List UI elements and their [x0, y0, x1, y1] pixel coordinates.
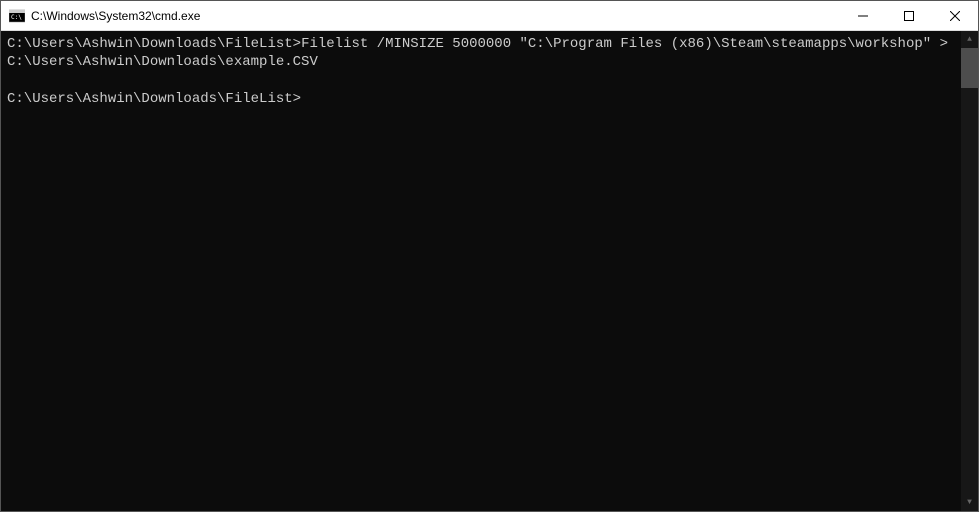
window-controls — [840, 1, 978, 30]
close-button[interactable] — [932, 1, 978, 30]
maximize-button[interactable] — [886, 1, 932, 30]
window-title: C:\Windows\System32\cmd.exe — [31, 9, 840, 23]
vertical-scrollbar[interactable]: ▲ ▼ — [961, 31, 978, 511]
cmd-icon: C:\ — [9, 8, 25, 24]
svg-text:C:\: C:\ — [11, 14, 22, 21]
terminal-area: C:\Users\Ashwin\Downloads\FileList>Filel… — [1, 31, 978, 511]
cmd-window: C:\ C:\Windows\System32\cmd.exe C:\Users… — [0, 0, 979, 512]
scroll-down-arrow[interactable]: ▼ — [961, 494, 978, 511]
titlebar[interactable]: C:\ C:\Windows\System32\cmd.exe — [1, 1, 978, 31]
scroll-track[interactable] — [961, 48, 978, 494]
terminal-output[interactable]: C:\Users\Ashwin\Downloads\FileList>Filel… — [1, 31, 961, 511]
prompt-path: C:\Users\Ashwin\Downloads\FileList> — [7, 36, 301, 52]
minimize-button[interactable] — [840, 1, 886, 30]
scroll-up-arrow[interactable]: ▲ — [961, 31, 978, 48]
prompt-path: C:\Users\Ashwin\Downloads\FileList> — [7, 91, 301, 107]
scroll-thumb[interactable] — [961, 48, 978, 88]
